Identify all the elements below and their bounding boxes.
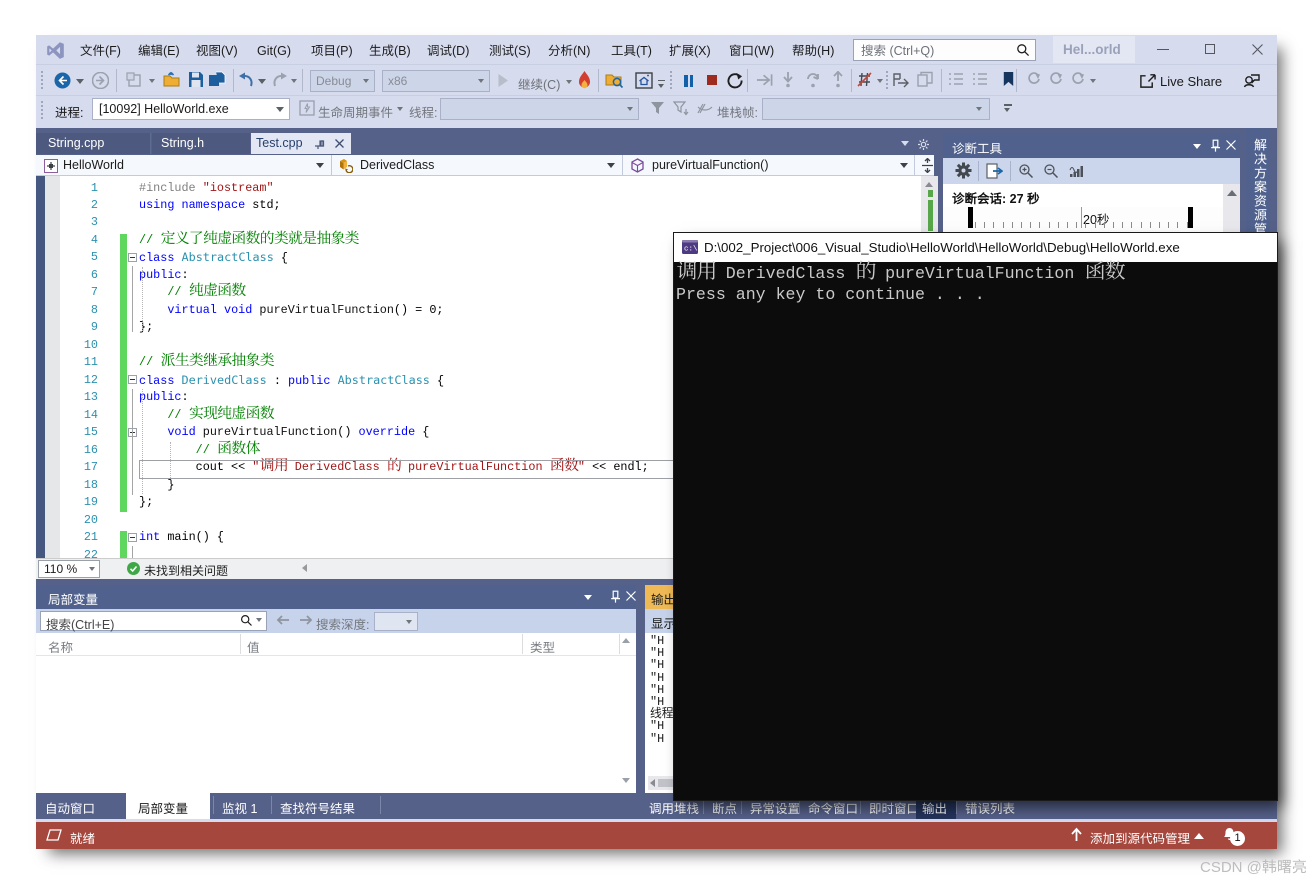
svg-text:c:\: c:\: [684, 246, 698, 254]
